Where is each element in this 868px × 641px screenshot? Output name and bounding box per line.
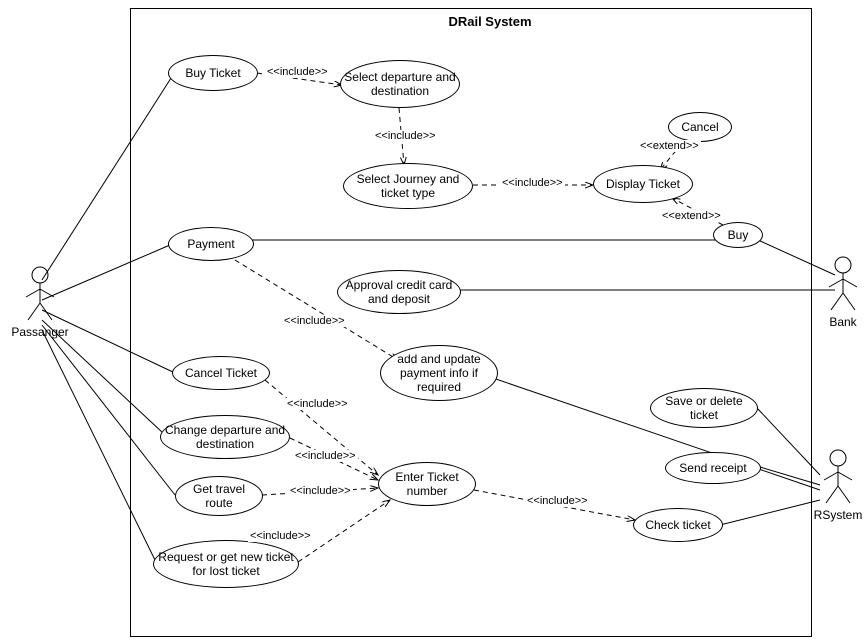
- stereo-include: <<include>>: [282, 315, 347, 327]
- usecase-enter-tn: Enter Ticket number: [378, 462, 476, 506]
- usecase-select-journey: Select Journey and ticket type: [343, 163, 473, 209]
- usecase-buy: Buy: [713, 222, 763, 248]
- usecase-buy-ticket: Buy Ticket: [168, 55, 258, 91]
- usecase-change-dep: Change departure and destination: [160, 415, 290, 459]
- stereo-include: <<include>>: [265, 66, 330, 78]
- stereo-include: <<include>>: [525, 495, 590, 507]
- actor-passenger: Passanger: [5, 265, 75, 339]
- actor-icon: [823, 255, 863, 313]
- actor-rsystem-label: RSystem: [808, 508, 868, 522]
- system-title: DRail System: [420, 14, 560, 29]
- stereo-include: <<include>>: [500, 177, 565, 189]
- actor-bank-label: Bank: [818, 315, 868, 329]
- usecase-check-ticket: Check ticket: [633, 508, 723, 542]
- actor-icon: [20, 265, 60, 323]
- stereo-extend: <<extend>>: [660, 210, 723, 222]
- actor-bank: Bank: [818, 255, 868, 329]
- usecase-add-update: add and update payment info if required: [380, 345, 498, 401]
- stereo-include: <<include>>: [373, 130, 438, 142]
- usecase-select-dep-dest: Select departure and destination: [340, 60, 460, 108]
- stereo-include: <<include>>: [285, 398, 350, 410]
- usecase-cancel: Cancel: [668, 112, 732, 142]
- stereo-include: <<include>>: [293, 450, 358, 462]
- actor-icon: [818, 448, 858, 506]
- usecase-save-delete: Save or delete ticket: [650, 388, 758, 428]
- actor-passenger-label: Passanger: [5, 325, 75, 339]
- usecase-request-lost: Request or get new ticket for lost ticke…: [153, 540, 299, 588]
- usecase-send-receipt: Send receipt: [665, 452, 761, 484]
- stereo-include: <<include>>: [288, 485, 353, 497]
- usecase-get-route: Get travel route: [175, 476, 263, 516]
- usecase-payment: Payment: [168, 227, 254, 261]
- diagram-canvas: DRail System: [0, 0, 868, 641]
- actor-rsystem: RSystem: [808, 448, 868, 522]
- stereo-include: <<include>>: [248, 530, 313, 542]
- stereo-extend: <<extend>>: [638, 140, 701, 152]
- usecase-cancel-ticket: Cancel Ticket: [172, 356, 270, 390]
- usecase-approval: Approval credit card and deposit: [337, 270, 461, 314]
- usecase-display-ticket: Display Ticket: [593, 165, 693, 203]
